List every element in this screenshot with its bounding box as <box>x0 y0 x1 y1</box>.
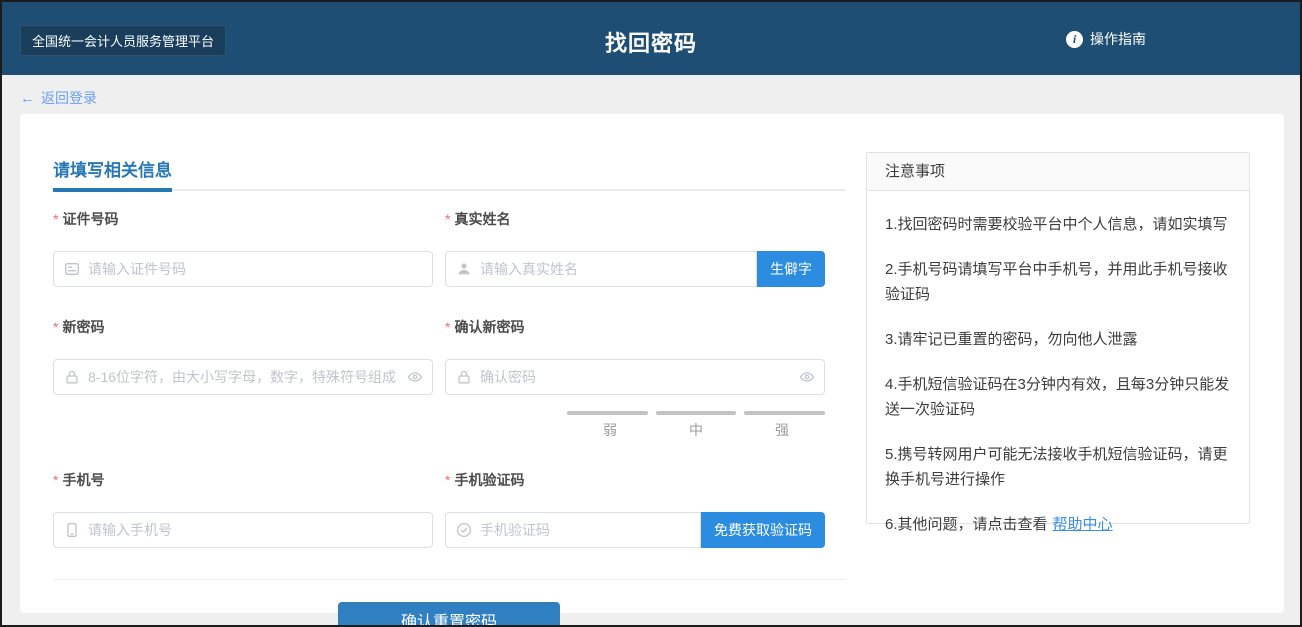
operation-guide-label: 操作指南 <box>1090 29 1146 49</box>
id-number-input[interactable] <box>88 261 423 277</box>
phone-label: *手机号 <box>53 470 433 490</box>
main-card: 请填写相关信息 *证件号码 <box>20 114 1284 613</box>
section-head: 请填写相关信息 <box>53 156 845 191</box>
password-recovery-page: 全国统一会计人员服务管理平台 找回密码 i 操作指南 ← 返回登录 请填写相关信… <box>0 0 1302 627</box>
lock-icon <box>456 369 472 385</box>
strength-label-medium: 中 <box>653 420 739 440</box>
user-icon <box>456 261 472 277</box>
real-name-input[interactable] <box>480 261 747 277</box>
confirm-reset-password-button[interactable]: 确认重置密码 <box>338 602 560 627</box>
sms-code-label: *手机验证码 <box>445 470 825 490</box>
phone-input[interactable] <box>88 522 423 538</box>
password-strength-meter: 弱 中 强 <box>567 411 825 440</box>
required-marker: * <box>445 211 450 227</box>
sms-code-input-box <box>445 512 701 548</box>
new-password-field: *新密码 <box>53 317 433 440</box>
id-number-input-box <box>53 251 433 287</box>
sms-code-field: *手机验证码 免费获取验证码 <box>445 470 825 548</box>
submit-row: 确认重置密码 <box>53 602 845 627</box>
form-section-title: 请填写相关信息 <box>53 156 172 192</box>
note-item-3: 3.请牢记已重置的密码，勿向他人泄露 <box>885 327 1231 352</box>
required-marker: * <box>445 319 450 335</box>
confirm-password-label: *确认新密码 <box>445 317 825 337</box>
id-number-field: *证件号码 <box>53 209 433 287</box>
id-card-icon <box>64 261 80 277</box>
phone-field: *手机号 <box>53 470 433 548</box>
note-item-6: 6.其他问题，请点击查看帮助中心 <box>885 512 1231 537</box>
required-marker: * <box>53 319 58 335</box>
notes-panel-title: 注意事项 <box>867 153 1249 191</box>
strength-bars <box>567 411 825 415</box>
strength-labels: 弱 中 强 <box>567 420 825 440</box>
back-to-login-label: 返回登录 <box>41 88 97 108</box>
note-item-6-text: 6.其他问题，请点击查看 <box>885 516 1048 533</box>
phone-input-box <box>53 512 433 548</box>
eye-icon <box>407 369 423 385</box>
recovery-form: 请填写相关信息 *证件号码 <box>53 156 845 627</box>
new-password-label: *新密码 <box>53 317 433 337</box>
strength-label-weak: 弱 <box>567 420 653 440</box>
confirm-password-input-box <box>445 359 825 395</box>
back-to-login-link[interactable]: ← 返回登录 <box>20 88 97 108</box>
get-verification-code-button[interactable]: 免费获取验证码 <box>701 512 825 548</box>
notes-panel: 注意事项 1.找回密码时需要校验平台中个人信息，请如实填写 2.手机号码请填写平… <box>866 152 1250 524</box>
notes-panel-body: 1.找回密码时需要校验平台中个人信息，请如实填写 2.手机号码请填写平台中手机号… <box>867 191 1249 567</box>
operation-guide-button[interactable]: i 操作指南 <box>1066 29 1146 49</box>
required-marker: * <box>445 472 450 488</box>
required-marker: * <box>53 211 58 227</box>
sms-code-input-group: 免费获取验证码 <box>445 512 825 548</box>
toggle-password-visibility-button[interactable] <box>407 369 423 385</box>
new-password-input-box <box>53 359 433 395</box>
id-number-label: *证件号码 <box>53 209 433 229</box>
real-name-label: *真实姓名 <box>445 209 825 229</box>
required-marker: * <box>53 472 58 488</box>
real-name-input-group: 生僻字 <box>445 251 825 287</box>
sms-code-input[interactable] <box>480 522 691 538</box>
note-item-5: 5.携号转网用户可能无法接收手机短信验证码，请更换手机号进行操作 <box>885 442 1231 492</box>
check-circle-icon <box>456 522 472 538</box>
real-name-input-box <box>445 251 757 287</box>
confirm-password-input[interactable] <box>480 369 793 385</box>
strength-bar-strong <box>744 411 825 415</box>
help-center-link[interactable]: 帮助中心 <box>1053 516 1113 533</box>
form-grid: *证件号码 *真实姓名 <box>53 209 845 578</box>
note-item-2: 2.手机号码请填写平台中手机号，并用此手机号接收验证码 <box>885 257 1231 307</box>
toggle-password-visibility-button[interactable] <box>799 369 815 385</box>
confirm-password-field: *确认新密码 <box>445 317 825 440</box>
eye-icon <box>799 369 815 385</box>
strength-bar-weak <box>567 411 648 415</box>
form-divider <box>53 579 845 580</box>
note-item-4: 4.手机短信验证码在3分钟内有效，且每3分钟只能发送一次验证码 <box>885 372 1231 422</box>
rare-character-button[interactable]: 生僻字 <box>757 251 825 287</box>
strength-label-strong: 强 <box>739 420 825 440</box>
strength-bar-medium <box>656 411 737 415</box>
left-arrow-icon: ← <box>20 90 35 107</box>
real-name-field: *真实姓名 生僻字 <box>445 209 825 287</box>
mobile-phone-icon <box>64 522 80 538</box>
top-header: 全国统一会计人员服务管理平台 找回密码 i 操作指南 <box>2 2 1300 75</box>
info-icon: i <box>1066 31 1083 48</box>
new-password-input[interactable] <box>88 369 401 385</box>
note-item-1: 1.找回密码时需要校验平台中个人信息，请如实填写 <box>885 212 1231 237</box>
lock-icon <box>64 369 80 385</box>
